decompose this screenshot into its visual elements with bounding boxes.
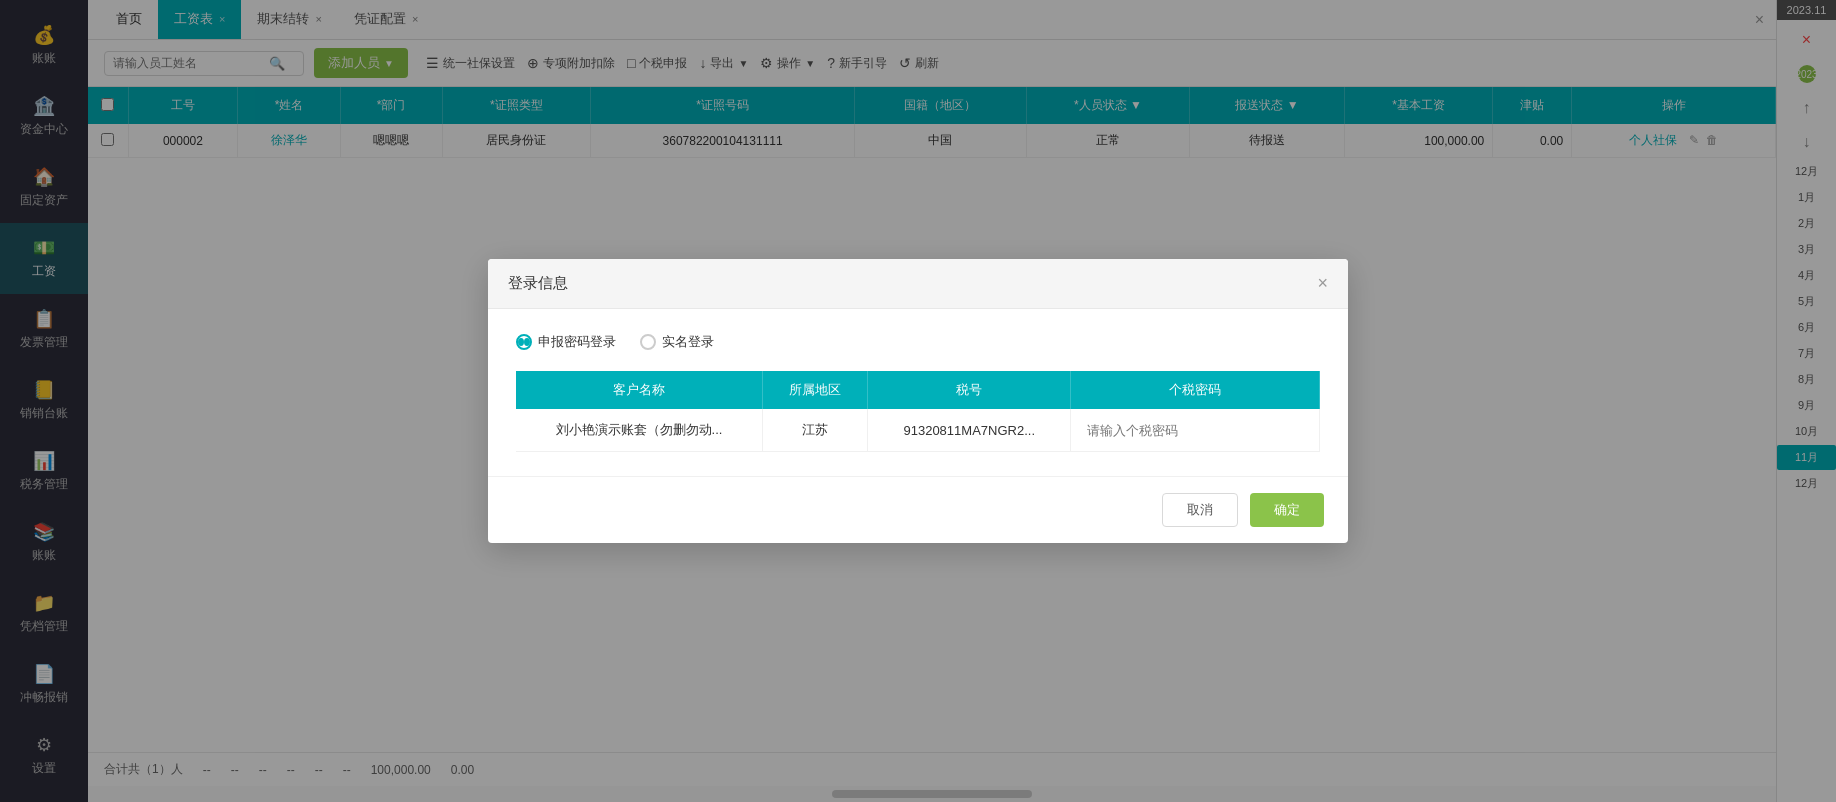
dialog-footer: 取消 确定 <box>488 476 1348 543</box>
confirm-button[interactable]: 确定 <box>1250 493 1324 527</box>
dialog-close-btn[interactable]: × <box>1317 273 1328 294</box>
dialog-col-tax-password: 个税密码 <box>1071 371 1320 409</box>
radio-circle-real-name <box>640 334 656 350</box>
dialog-header: 登录信息 × <box>488 259 1348 309</box>
dialog-col-region: 所属地区 <box>762 371 867 409</box>
login-dialog: 登录信息 × 申报密码登录 实名登录 客户名称 <box>488 259 1348 543</box>
dialog-cell-region: 江苏 <box>762 409 867 452</box>
radio-real-name[interactable]: 实名登录 <box>640 333 714 351</box>
radio-declaration-password[interactable]: 申报密码登录 <box>516 333 616 351</box>
login-info-table: 客户名称 所属地区 税号 个税密码 刘小艳演示账套（勿删勿动... 江苏 913… <box>516 371 1320 452</box>
dialog-body: 申报密码登录 实名登录 客户名称 所属地区 税号 个税密码 <box>488 309 1348 476</box>
dialog-table-row: 刘小艳演示账套（勿删勿动... 江苏 91320811MA7NGR2... <box>516 409 1320 452</box>
dialog-cell-tax-number: 91320811MA7NGR2... <box>868 409 1071 452</box>
dialog-overlay[interactable]: 登录信息 × 申报密码登录 实名登录 客户名称 <box>0 0 1836 802</box>
tax-password-input[interactable] <box>1087 423 1303 438</box>
cancel-button[interactable]: 取消 <box>1162 493 1238 527</box>
dialog-col-tax-number: 税号 <box>868 371 1071 409</box>
dialog-cell-client-name: 刘小艳演示账套（勿删勿动... <box>516 409 762 452</box>
dialog-cell-tax-password[interactable] <box>1071 409 1320 452</box>
dialog-col-client-name: 客户名称 <box>516 371 762 409</box>
radio-circle-declaration <box>516 334 532 350</box>
login-method-radio-group: 申报密码登录 实名登录 <box>516 333 1320 351</box>
dialog-title: 登录信息 <box>508 274 568 293</box>
